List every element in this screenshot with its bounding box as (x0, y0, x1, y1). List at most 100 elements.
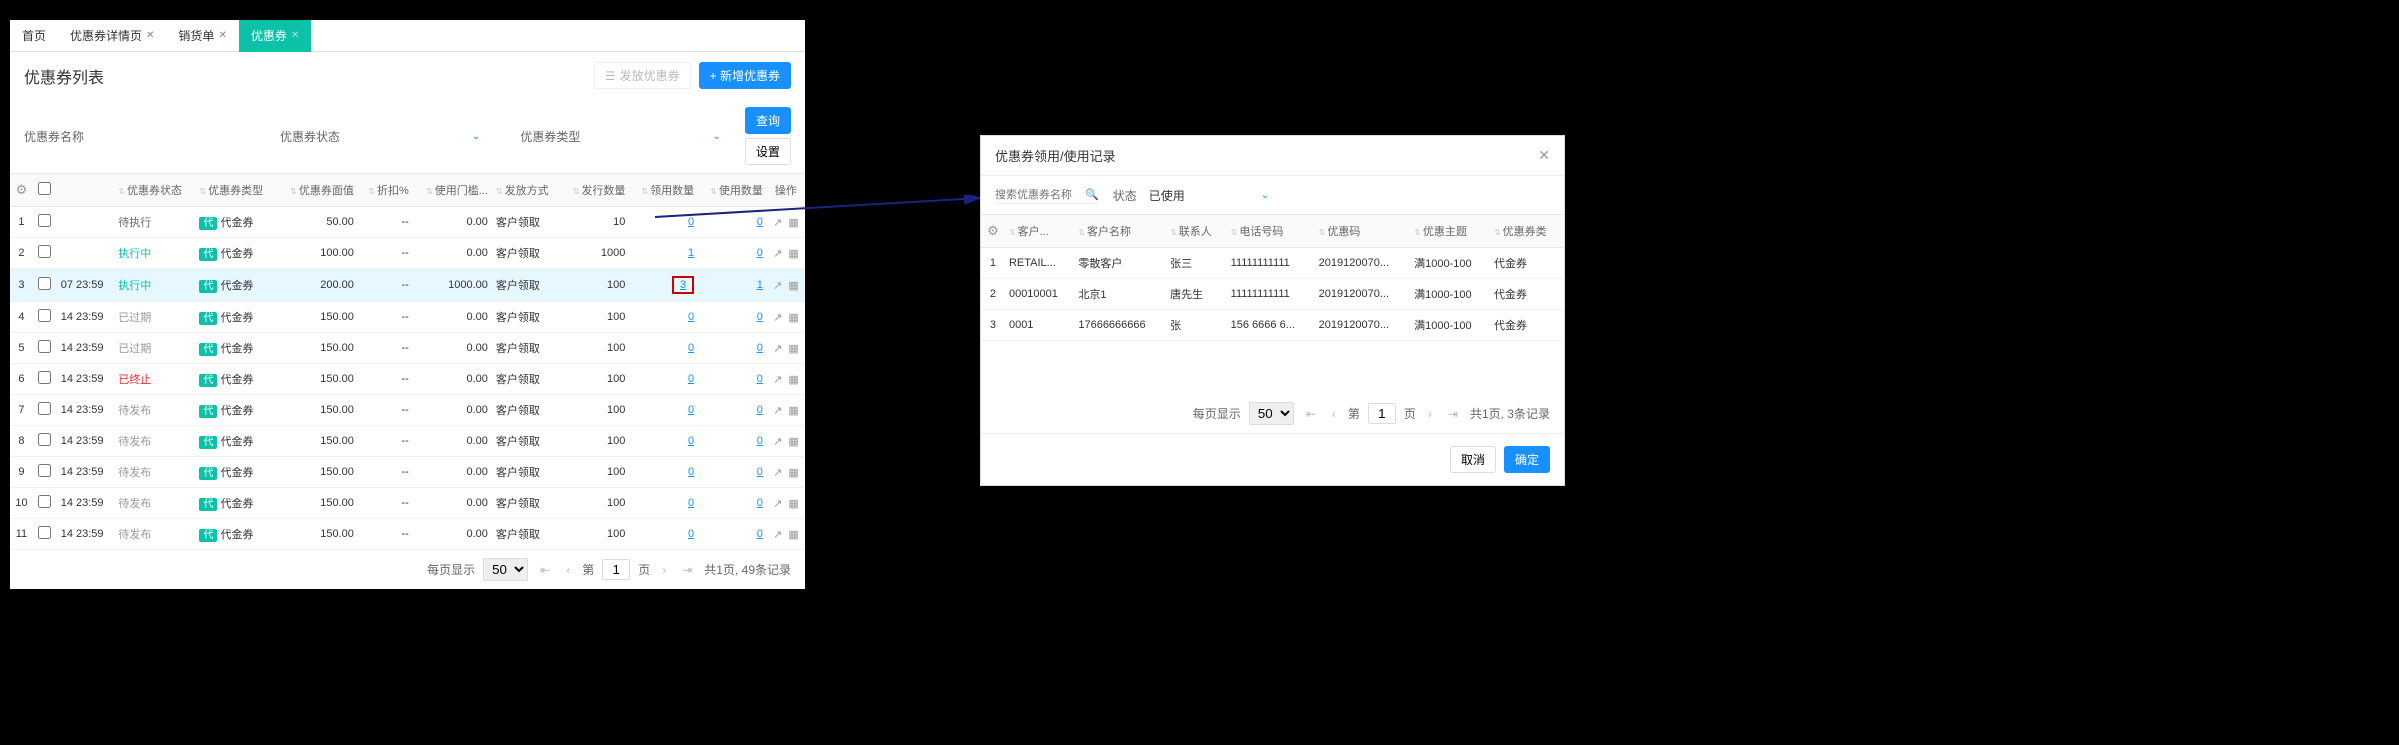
issue-coupon-button[interactable]: ☰ 发放优惠券 (594, 62, 691, 89)
share-icon[interactable]: ↗ (773, 373, 782, 386)
tab-coupon[interactable]: 优惠券✕ (239, 20, 311, 52)
close-icon[interactable]: ✕ (291, 30, 299, 41)
claim-qty-link[interactable]: 1 (688, 247, 694, 259)
row-checkbox[interactable] (38, 214, 51, 227)
table-row[interactable]: 2 00010001 北京1 唐先生 11111111111 201912007… (981, 279, 1564, 310)
claim-qty-link[interactable]: 0 (688, 404, 694, 416)
qrcode-icon[interactable]: ▦ (788, 247, 798, 260)
claim-qty-link[interactable]: 0 (688, 311, 694, 323)
table-row[interactable]: 3 07 23:59 执行中 代 代金券 200.00 -- 1000.00 客… (10, 269, 805, 302)
table-row[interactable]: 10 14 23:59 待发布 代 代金券 150.00 -- 0.00 客户领… (10, 488, 805, 519)
add-coupon-button[interactable]: + 新增优惠券 (699, 62, 791, 89)
use-qty-link[interactable]: 0 (757, 466, 763, 478)
qrcode-icon[interactable]: ▦ (788, 373, 798, 386)
per-page-select[interactable]: 50 (1249, 402, 1294, 425)
row-checkbox[interactable] (38, 402, 51, 415)
last-page-icon[interactable]: ⇥ (1444, 407, 1462, 421)
row-checkbox[interactable] (38, 309, 51, 322)
col-type[interactable]: ⇅优惠券类型 (195, 174, 276, 207)
prev-page-icon[interactable]: ‹ (562, 563, 574, 577)
use-qty-link[interactable]: 0 (757, 247, 763, 259)
tab-home[interactable]: 首页 (10, 20, 58, 52)
share-icon[interactable]: ↗ (773, 279, 782, 292)
qrcode-icon[interactable]: ▦ (788, 435, 798, 448)
qrcode-icon[interactable]: ▦ (788, 466, 798, 479)
share-icon[interactable]: ↗ (773, 342, 782, 355)
use-qty-link[interactable]: 0 (757, 216, 763, 228)
col-threshold[interactable]: ⇅使用门槛... (413, 174, 492, 207)
use-qty-link[interactable]: 0 (757, 342, 763, 354)
next-page-icon[interactable]: › (658, 563, 670, 577)
close-icon[interactable]: ✕ (218, 30, 226, 41)
col-subject[interactable]: ⇅优惠主题 (1410, 215, 1490, 248)
col-method[interactable]: ⇅发放方式 (492, 174, 561, 207)
claim-qty-link[interactable]: 0 (688, 342, 694, 354)
share-icon[interactable]: ↗ (773, 497, 782, 510)
col-cust-no[interactable]: ⇅客户... (1005, 215, 1074, 248)
col-face[interactable]: ⇅优惠券面值 (277, 174, 358, 207)
per-page-select[interactable]: 50 (483, 558, 528, 581)
col-cust-name[interactable]: ⇅客户名称 (1074, 215, 1166, 248)
tab-detail[interactable]: 优惠券详情页✕ (58, 20, 166, 52)
next-page-icon[interactable]: › (1424, 407, 1436, 421)
table-row[interactable]: 9 14 23:59 待发布 代 代金券 150.00 -- 0.00 客户领取… (10, 457, 805, 488)
col-issue-qty[interactable]: ⇅发行数量 (561, 174, 630, 207)
use-qty-link[interactable]: 0 (757, 311, 763, 323)
first-page-icon[interactable]: ⇤ (536, 563, 554, 577)
confirm-button[interactable]: 确定 (1504, 446, 1550, 473)
table-row[interactable]: 3 0001 17666666666 张 156 6666 6... 20191… (981, 310, 1564, 341)
row-checkbox[interactable] (38, 495, 51, 508)
tab-sales[interactable]: 销货单✕ (166, 20, 238, 52)
table-row[interactable]: 5 14 23:59 已过期 代 代金券 150.00 -- 0.00 客户领取… (10, 333, 805, 364)
cancel-button[interactable]: 取消 (1450, 446, 1496, 473)
use-qty-link[interactable]: 0 (757, 435, 763, 447)
qrcode-icon[interactable]: ▦ (788, 342, 798, 355)
share-icon[interactable]: ↗ (773, 466, 782, 479)
prev-page-icon[interactable]: ‹ (1328, 407, 1340, 421)
use-qty-link[interactable]: 0 (757, 497, 763, 509)
row-checkbox[interactable] (38, 526, 51, 539)
claim-qty-link[interactable]: 0 (688, 497, 694, 509)
status-select-value[interactable]: 已使用 (1149, 187, 1185, 204)
row-checkbox[interactable] (38, 245, 51, 258)
col-phone[interactable]: ⇅电话号码 (1227, 215, 1315, 248)
share-icon[interactable]: ↗ (773, 404, 782, 417)
select-all-checkbox[interactable] (38, 182, 51, 195)
search-input[interactable] (995, 189, 1085, 201)
close-icon[interactable]: ✕ (1538, 147, 1550, 164)
col-status[interactable]: ⇅优惠券状态 (114, 174, 195, 207)
col-use-qty[interactable]: ⇅使用数量 (698, 174, 767, 207)
claim-qty-link[interactable]: 3 (680, 279, 686, 291)
claim-qty-link[interactable]: 0 (688, 373, 694, 385)
claim-qty-link[interactable]: 0 (688, 435, 694, 447)
claim-qty-link[interactable]: 0 (688, 466, 694, 478)
col-ctype[interactable]: ⇅优惠券类 (1490, 215, 1564, 248)
settings-button[interactable]: 设置 (745, 138, 791, 165)
coupon-type-select[interactable] (586, 132, 706, 140)
claim-qty-link[interactable]: 0 (688, 216, 694, 228)
col-discount[interactable]: ⇅折扣% (358, 174, 413, 207)
page-input[interactable] (1368, 403, 1396, 424)
search-icon[interactable]: 🔍 (1085, 188, 1099, 201)
table-row[interactable]: 11 14 23:59 待发布 代 代金券 150.00 -- 0.00 客户领… (10, 519, 805, 550)
share-icon[interactable]: ↗ (773, 311, 782, 324)
col-code[interactable]: ⇅优惠码 (1315, 215, 1410, 248)
share-icon[interactable]: ↗ (773, 435, 782, 448)
row-checkbox[interactable] (38, 464, 51, 477)
row-checkbox[interactable] (38, 340, 51, 353)
use-qty-link[interactable]: 0 (757, 373, 763, 385)
table-row[interactable]: 8 14 23:59 待发布 代 代金券 150.00 -- 0.00 客户领取… (10, 426, 805, 457)
page-input[interactable] (602, 559, 630, 580)
table-row[interactable]: 6 14 23:59 已终止 代 代金券 150.00 -- 0.00 客户领取… (10, 364, 805, 395)
qrcode-icon[interactable]: ▦ (788, 528, 798, 541)
qrcode-icon[interactable]: ▦ (788, 497, 798, 510)
use-qty-link[interactable]: 0 (757, 404, 763, 416)
col-contact[interactable]: ⇅联系人 (1166, 215, 1227, 248)
qrcode-icon[interactable]: ▦ (788, 404, 798, 417)
row-checkbox[interactable] (38, 371, 51, 384)
col-gear[interactable]: ⚙ (10, 174, 33, 207)
col-claim-qty[interactable]: ⇅领用数量 (629, 174, 698, 207)
table-row[interactable]: 2 执行中 代 代金券 100.00 -- 0.00 客户领取 1000 1 0… (10, 238, 805, 269)
table-row[interactable]: 1 RETAIL... 零散客户 张三 11111111111 20191200… (981, 248, 1564, 279)
row-checkbox[interactable] (38, 433, 51, 446)
